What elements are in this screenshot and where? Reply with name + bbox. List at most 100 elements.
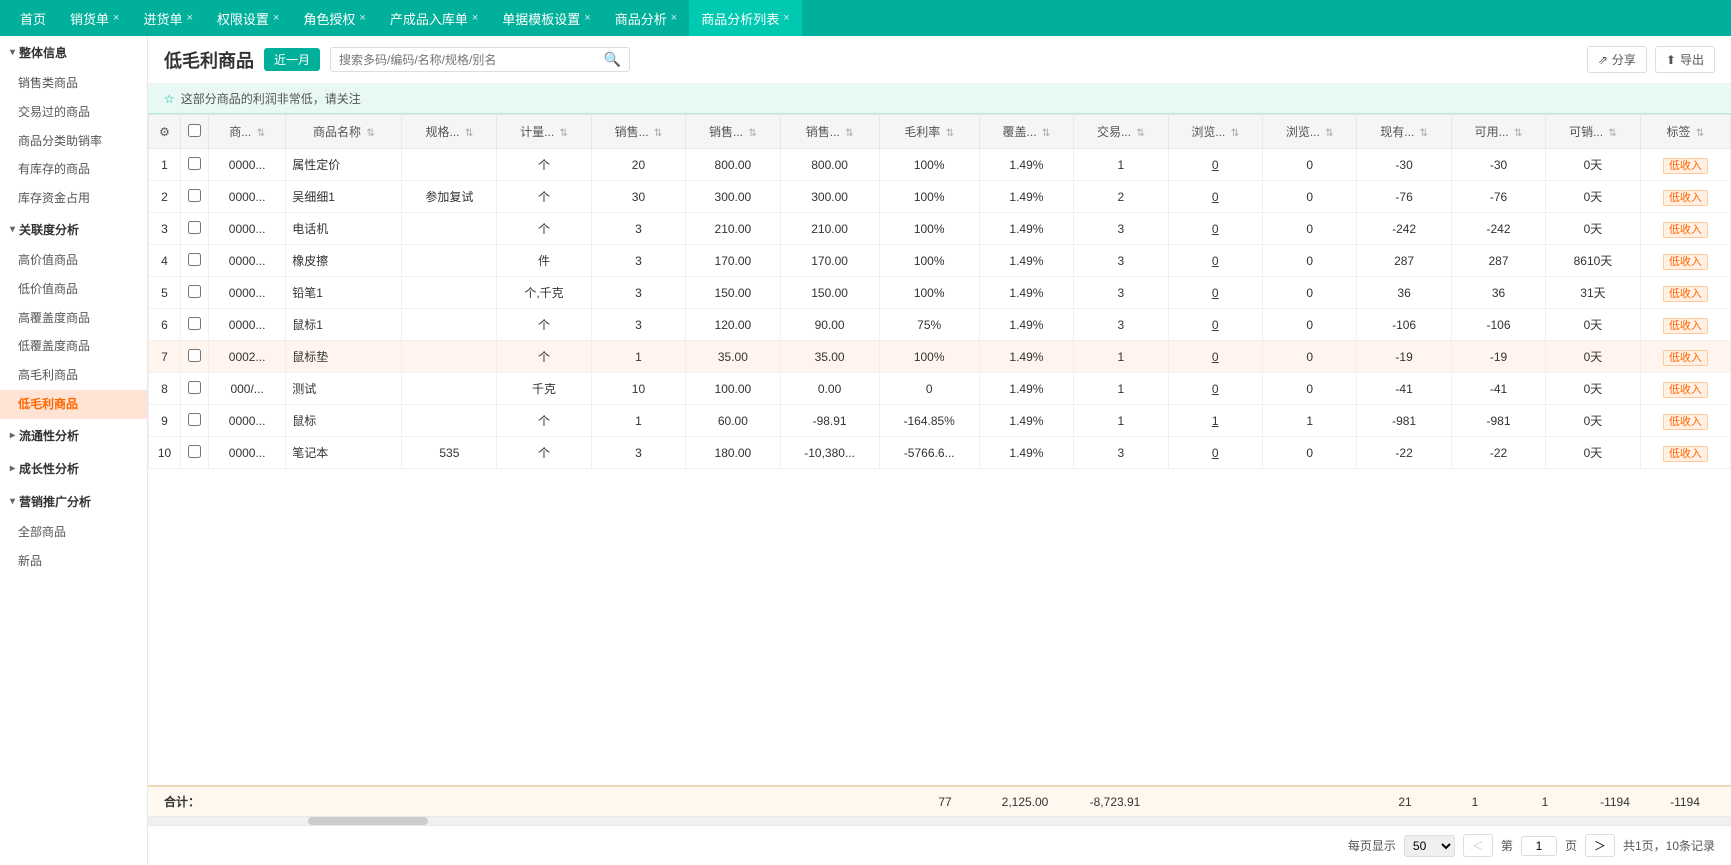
row-views1[interactable]: 0 [1168, 149, 1262, 181]
row-saleable: 31天 [1546, 277, 1640, 309]
nav-template[interactable]: 单据模板设置 × [490, 0, 602, 36]
col-settings[interactable]: ⚙ [149, 115, 181, 149]
row-checkbox[interactable] [188, 253, 201, 266]
nav-sales[interactable]: 销货单 × [58, 0, 131, 36]
row-checkbox-cell[interactable] [181, 373, 209, 405]
nav-close-permissions[interactable]: × [273, 12, 279, 24]
row-checkbox[interactable] [188, 189, 201, 202]
nav-product-analysis-list[interactable]: 商品分析列表 × [689, 0, 801, 36]
nav-home[interactable]: 首页 [8, 0, 58, 36]
nav-close-template[interactable]: × [584, 12, 590, 24]
sidebar-item-low-coverage[interactable]: 低覆盖度商品 [0, 332, 147, 361]
row-checkbox-cell[interactable] [181, 181, 209, 213]
row-checkbox-cell[interactable] [181, 277, 209, 309]
date-filter-button[interactable]: 近一月 [264, 48, 320, 71]
row-views1[interactable]: 0 [1168, 373, 1262, 405]
bottom-scrollbar[interactable] [148, 817, 1731, 825]
row-checkbox[interactable] [188, 285, 201, 298]
row-checkbox-cell[interactable] [181, 341, 209, 373]
table-row: 4 0000... 橡皮擦 件 3 170.00 170.00 100% 1.4… [149, 245, 1731, 277]
nav-close-product-analysis[interactable]: × [671, 12, 677, 24]
views1-link[interactable]: 0 [1212, 446, 1219, 460]
row-checkbox[interactable] [188, 381, 201, 394]
row-unit: 个 [497, 213, 591, 245]
views1-link[interactable]: 1 [1212, 414, 1219, 428]
row-checkbox[interactable] [188, 413, 201, 426]
sidebar-item-new-goods[interactable]: 新品 [0, 547, 147, 576]
row-views1[interactable]: 1 [1168, 405, 1262, 437]
row-views1[interactable]: 0 [1168, 213, 1262, 245]
sidebar-group-liquidity-title[interactable]: ▸ 流通性分析 [0, 419, 147, 452]
sidebar-item-low-value[interactable]: 低价值商品 [0, 275, 147, 304]
row-views1[interactable]: 0 [1168, 341, 1262, 373]
row-views1[interactable]: 0 [1168, 277, 1262, 309]
row-checkbox[interactable] [188, 349, 201, 362]
export-button[interactable]: ⬆ 导出 [1655, 46, 1715, 73]
sidebar-group-growth-title[interactable]: ▸ 成长性分析 [0, 452, 147, 485]
next-page-button[interactable]: ＞ [1585, 834, 1615, 857]
sidebar-item-in-stock[interactable]: 有库存的商品 [0, 155, 147, 184]
views1-link[interactable]: 0 [1212, 158, 1219, 172]
nav-close-purchase[interactable]: × [186, 12, 192, 24]
row-checkbox[interactable] [188, 221, 201, 234]
row-checkbox[interactable] [188, 445, 201, 458]
row-checkbox-cell[interactable] [181, 245, 209, 277]
sidebar-item-traded-goods[interactable]: 交易过的商品 [0, 98, 147, 127]
sidebar-item-low-margin[interactable]: 低毛利商品 [0, 390, 147, 419]
sidebar-item-all-goods[interactable]: 全部商品 [0, 518, 147, 547]
nav-close-product-analysis-list[interactable]: × [783, 12, 789, 24]
row-trade-count: 1 [1074, 373, 1168, 405]
row-sale-profit: 210.00 [780, 213, 879, 245]
share-button[interactable]: ⇗ 分享 [1587, 46, 1647, 73]
views1-link[interactable]: 0 [1212, 350, 1219, 364]
page-number-input[interactable] [1521, 836, 1557, 856]
row-saleable: 0天 [1546, 405, 1640, 437]
row-views1[interactable]: 0 [1168, 181, 1262, 213]
saleable-value: 8610天 [1574, 254, 1613, 268]
views1-link[interactable]: 0 [1212, 286, 1219, 300]
row-views1[interactable]: 0 [1168, 245, 1262, 277]
prev-page-button[interactable]: ＜ [1463, 834, 1493, 857]
search-icon[interactable]: 🔍 [604, 51, 621, 68]
sidebar-item-sales-goods[interactable]: 销售类商品 [0, 69, 147, 98]
sidebar-item-high-value[interactable]: 高价值商品 [0, 246, 147, 275]
sidebar-item-category-sales-rate[interactable]: 商品分类助销率 [0, 127, 147, 156]
col-checkbox[interactable] [181, 115, 209, 149]
sidebar-item-high-margin[interactable]: 高毛利商品 [0, 361, 147, 390]
sidebar-group-marketing-title[interactable]: ▾ 营销推广分析 [0, 485, 147, 518]
row-checkbox-cell[interactable] [181, 213, 209, 245]
total-sale-qty: 77 [915, 795, 975, 809]
nav-product-analysis[interactable]: 商品分析 × [603, 0, 689, 36]
page-size-select[interactable]: 50 100 200 [1404, 835, 1455, 857]
select-all-checkbox[interactable] [188, 124, 201, 137]
nav-permissions[interactable]: 权限设置 × [205, 0, 291, 36]
views1-link[interactable]: 0 [1212, 190, 1219, 204]
nav-close-roles[interactable]: × [359, 12, 365, 24]
nav-close-inventory[interactable]: × [472, 12, 478, 24]
row-checkbox[interactable] [188, 317, 201, 330]
sidebar-group-overall-title[interactable]: ▾ 整体信息 [0, 36, 147, 69]
sidebar-item-high-coverage[interactable]: 高覆盖度商品 [0, 304, 147, 333]
views1-link[interactable]: 0 [1212, 382, 1219, 396]
nav-roles[interactable]: 角色授权 × [291, 0, 377, 36]
views1-link[interactable]: 0 [1212, 254, 1219, 268]
nav-purchase[interactable]: 进货单 × [131, 0, 204, 36]
row-checkbox-cell[interactable] [181, 149, 209, 181]
row-checkbox-cell[interactable] [181, 437, 209, 469]
table-container[interactable]: ⚙ 商... ⇅ 商品名称 ⇅ 规格... ⇅ 计量... ⇅ 销售... ⇅ … [148, 114, 1731, 785]
row-views1[interactable]: 0 [1168, 437, 1262, 469]
nav-inventory[interactable]: 产成品入库单 × [378, 0, 490, 36]
row-checkbox-cell[interactable] [181, 309, 209, 341]
row-tag: 低收入 [1640, 149, 1730, 181]
row-checkbox[interactable] [188, 157, 201, 170]
views1-link[interactable]: 0 [1212, 318, 1219, 332]
search-input[interactable] [339, 53, 600, 67]
views1-link[interactable]: 0 [1212, 222, 1219, 236]
nav-close-sales[interactable]: × [113, 12, 119, 24]
col-views2: 浏览... ⇅ [1262, 115, 1356, 149]
sidebar-item-inventory-capital[interactable]: 库存资金占用 [0, 184, 147, 213]
sidebar-group-correlation-title[interactable]: ▾ 关联度分析 [0, 213, 147, 246]
row-views1[interactable]: 0 [1168, 309, 1262, 341]
row-coverage: 1.49% [979, 341, 1073, 373]
row-checkbox-cell[interactable] [181, 405, 209, 437]
